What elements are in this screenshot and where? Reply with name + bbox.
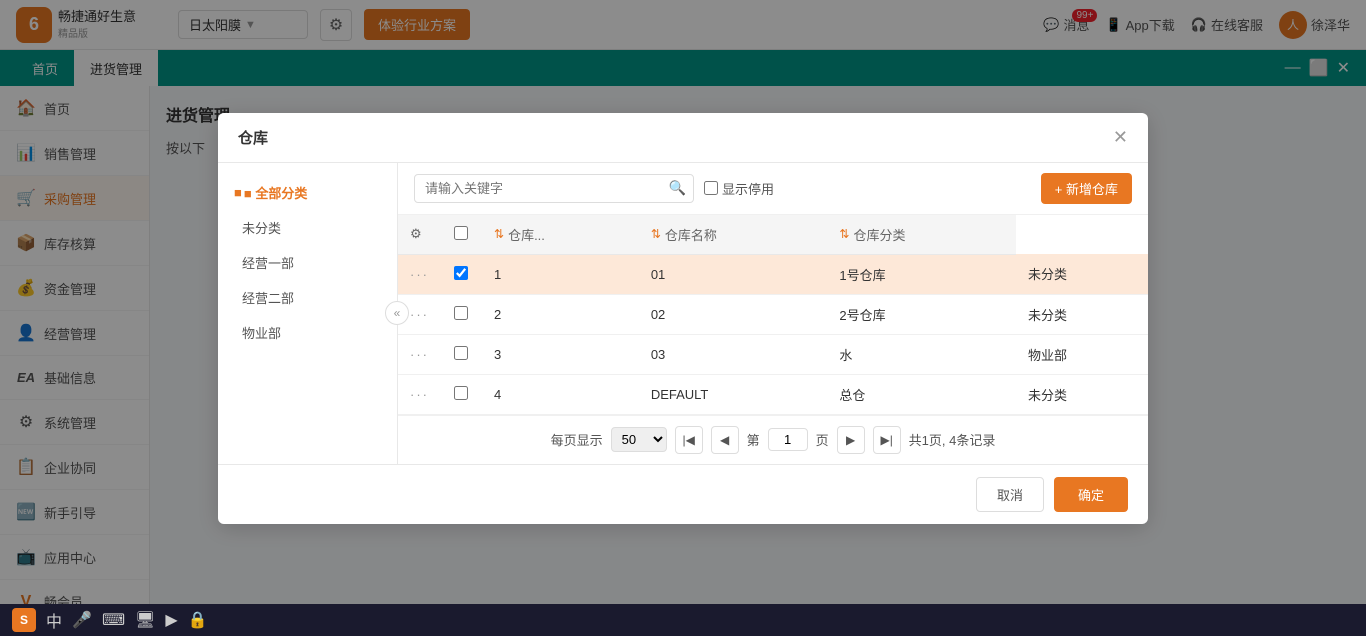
table-row[interactable]: ··· 2 02 2号仓库 未分类 xyxy=(398,294,1148,334)
modal-title: 仓库 xyxy=(238,127,268,148)
th-checkbox xyxy=(442,215,482,255)
collapse-category-button[interactable]: « xyxy=(385,301,409,325)
taskbar-icon-zh[interactable]: 中 xyxy=(46,608,62,632)
row-actions-cell: ··· xyxy=(398,334,442,374)
modal-right-content: 🔍 显示停用 + 新增仓库 ⚙ xyxy=(398,163,1148,464)
row-index-cell: 3 xyxy=(482,334,639,374)
th-code: ⇅ 仓库... xyxy=(482,215,639,255)
row-checkbox-cell xyxy=(442,294,482,334)
row-name-cell: 水 xyxy=(827,334,1016,374)
th-name: ⇅ 仓库名称 xyxy=(639,215,828,255)
table-row[interactable]: ··· 1 01 1号仓库 未分类 xyxy=(398,254,1148,294)
th-category: ⇅ 仓库分类 xyxy=(827,215,1016,255)
first-page-button[interactable]: |◀ xyxy=(675,426,703,454)
taskbar-icon-monitor[interactable]: 🖥 xyxy=(135,610,155,630)
row-code-cell: 02 xyxy=(639,294,828,334)
taskbar-icon-lock[interactable]: 🔒 xyxy=(188,610,208,630)
modal-footer: 取消 确定 xyxy=(218,464,1148,524)
row-checkbox[interactable] xyxy=(454,386,468,400)
pagination: 每页显示 50 100 |◀ ◀ 第 页 ▶ ▶| 共1页, 4条记录 xyxy=(398,415,1148,464)
row-checkbox-cell xyxy=(442,374,482,414)
row-checkbox-cell xyxy=(442,254,482,294)
search-input-wrap: 🔍 xyxy=(414,174,694,203)
modal-toolbar: 🔍 显示停用 + 新增仓库 xyxy=(398,163,1148,215)
table-row[interactable]: ··· 4 DEFAULT 总仓 未分类 xyxy=(398,374,1148,414)
cancel-button[interactable]: 取消 xyxy=(976,477,1044,512)
row-action-btn[interactable]: ··· xyxy=(410,387,429,402)
th-gear: ⚙ xyxy=(398,215,442,255)
row-index-cell: 4 xyxy=(482,374,639,414)
search-icon[interactable]: 🔍 xyxy=(669,180,686,197)
gear-column-icon: ⚙ xyxy=(410,226,422,241)
row-actions-cell: ··· xyxy=(398,254,442,294)
row-name-cell: 总仓 xyxy=(827,374,1016,414)
table-row[interactable]: ··· 3 03 水 物业部 xyxy=(398,334,1148,374)
select-all-checkbox[interactable] xyxy=(454,226,468,240)
category-item-0[interactable]: 未分类 xyxy=(218,210,397,245)
modal-overlay: 仓库 ✕ ■ ■ 全部分类 未分类 经营一部 经营二部 xyxy=(0,0,1366,636)
modal-body: ■ ■ 全部分类 未分类 经营一部 经营二部 物业部 « xyxy=(218,163,1148,464)
row-action-btn[interactable]: ··· xyxy=(410,307,429,322)
category-all[interactable]: ■ ■ 全部分类 xyxy=(218,175,397,210)
page-number-input[interactable] xyxy=(768,428,808,451)
row-code-cell: 03 xyxy=(639,334,828,374)
category-all-icon: ■ xyxy=(234,185,242,200)
row-code-cell: 01 xyxy=(639,254,828,294)
next-page-button[interactable]: ▶ xyxy=(837,426,865,454)
category-item-1[interactable]: 经营一部 xyxy=(218,245,397,280)
row-action-btn[interactable]: ··· xyxy=(410,267,429,282)
row-actions-cell: ··· xyxy=(398,374,442,414)
prev-page-button[interactable]: ◀ xyxy=(711,426,739,454)
row-action-btn[interactable]: ··· xyxy=(410,347,429,362)
taskbar-icon-keyboard[interactable]: ⌨ xyxy=(102,610,125,630)
row-category-cell: 未分类 xyxy=(1016,254,1148,294)
page-size-select[interactable]: 50 100 xyxy=(611,427,667,452)
row-checkbox[interactable] xyxy=(454,266,468,280)
show-disabled-toggle[interactable]: 显示停用 xyxy=(704,179,774,198)
sort-icon-name[interactable]: ⇅ xyxy=(651,227,661,241)
category-item-2[interactable]: 经营二部 xyxy=(218,280,397,315)
taskbar-icon-media[interactable]: ▶ xyxy=(165,610,177,630)
category-item-3[interactable]: 物业部 xyxy=(218,315,397,350)
row-code-cell: DEFAULT xyxy=(639,374,828,414)
table-header-row: ⚙ ⇅ 仓库... xyxy=(398,215,1148,255)
row-checkbox[interactable] xyxy=(454,306,468,320)
last-page-button[interactable]: ▶| xyxy=(873,426,901,454)
row-checkbox[interactable] xyxy=(454,346,468,360)
row-name-cell: 2号仓库 xyxy=(827,294,1016,334)
row-name-cell: 1号仓库 xyxy=(827,254,1016,294)
show-disabled-checkbox[interactable] xyxy=(704,181,718,195)
modal-close-button[interactable]: ✕ xyxy=(1113,127,1128,148)
sort-icon-category[interactable]: ⇅ xyxy=(839,227,849,241)
warehouse-table-wrap: ⚙ ⇅ 仓库... xyxy=(398,215,1148,415)
row-index-cell: 1 xyxy=(482,254,639,294)
sort-icon-code[interactable]: ⇅ xyxy=(494,227,504,241)
category-all-label: ■ 全部分类 xyxy=(244,183,307,202)
taskbar-logo: S xyxy=(12,608,36,632)
category-panel: ■ ■ 全部分类 未分类 经营一部 经营二部 物业部 « xyxy=(218,163,398,464)
row-category-cell: 物业部 xyxy=(1016,334,1148,374)
row-category-cell: 未分类 xyxy=(1016,374,1148,414)
row-checkbox-cell xyxy=(442,334,482,374)
row-category-cell: 未分类 xyxy=(1016,294,1148,334)
taskbar-icon-mic[interactable]: 🎤 xyxy=(72,610,92,630)
row-index-cell: 2 xyxy=(482,294,639,334)
confirm-button[interactable]: 确定 xyxy=(1054,477,1128,512)
warehouse-table: ⚙ ⇅ 仓库... xyxy=(398,215,1148,415)
search-input[interactable] xyxy=(414,174,694,203)
add-warehouse-button[interactable]: + 新增仓库 xyxy=(1041,173,1132,204)
taskbar: S 中 🎤 ⌨ 🖥 ▶ 🔒 xyxy=(0,604,1366,636)
modal-header: 仓库 ✕ xyxy=(218,113,1148,163)
warehouse-modal: 仓库 ✕ ■ ■ 全部分类 未分类 经营一部 经营二部 xyxy=(218,113,1148,524)
